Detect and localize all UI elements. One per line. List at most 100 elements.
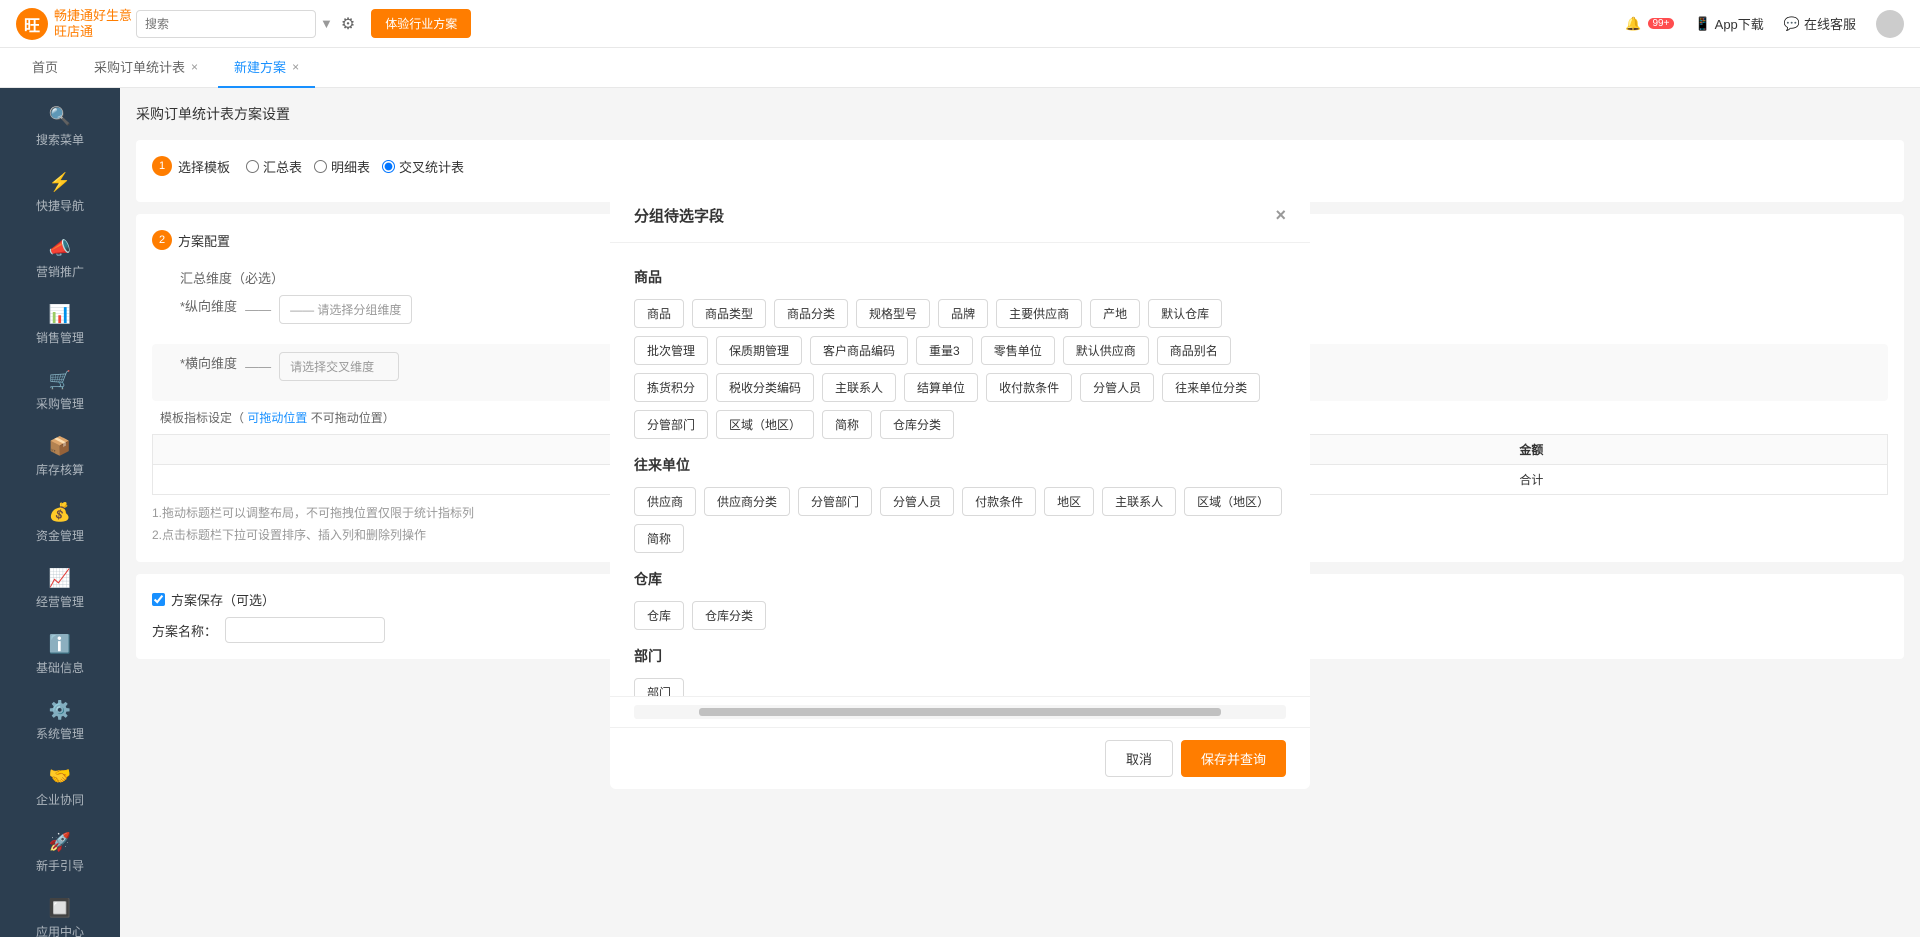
tag-partner-4[interactable]: 付款条件	[962, 487, 1036, 516]
tag-product-16[interactable]: 税收分类编码	[716, 373, 814, 402]
tag-product-17[interactable]: 主联系人	[822, 373, 896, 402]
tag-product-24[interactable]: 简称	[822, 410, 872, 439]
scheme-name-input[interactable]	[225, 617, 385, 643]
step1-text: 选择模板	[178, 157, 230, 176]
tab-new-scheme[interactable]: 新建方案 ×	[218, 48, 315, 88]
section-department-title: 部门	[634, 646, 1286, 666]
tag-product-2[interactable]: 商品分类	[774, 299, 848, 328]
tag-partner-2[interactable]: 分管部门	[798, 487, 872, 516]
tag-partner-0[interactable]: 供应商	[634, 487, 696, 516]
sidebar: 🔍 搜索菜单 ⚡ 快捷导航 📣 营销推广 📊 销售管理 🛒 采购管理	[0, 88, 120, 937]
cooperation-icon: 🤝	[49, 766, 71, 787]
tag-product-21[interactable]: 往来单位分类	[1162, 373, 1260, 402]
quick-nav-icon: ⚡	[49, 172, 71, 193]
gear-icon[interactable]: ⚙	[341, 14, 355, 34]
tag-partner-7[interactable]: 区域（地区）	[1184, 487, 1282, 516]
sidebar-label-apps: 应用中心	[36, 923, 84, 937]
app-download-item[interactable]: 📱 App下载	[1694, 14, 1763, 33]
tag-product-25[interactable]: 仓库分类	[880, 410, 954, 439]
tag-product-9[interactable]: 保质期管理	[716, 336, 802, 365]
save-checkbox[interactable]	[152, 593, 165, 606]
tab-new-scheme-close[interactable]: ×	[292, 60, 299, 74]
sidebar-item-purchase[interactable]: 🛒 采购管理	[0, 360, 120, 422]
tab-home[interactable]: 首页	[16, 48, 74, 88]
tag-department-0[interactable]: 部门	[634, 678, 684, 696]
sidebar-item-apps[interactable]: 🔲 应用中心	[0, 888, 120, 937]
draggable-label: 可拖动位置	[247, 411, 307, 425]
tag-warehouse-0[interactable]: 仓库	[634, 601, 684, 630]
col-arrow: ——	[245, 359, 271, 374]
sidebar-label-inventory: 库存核算	[36, 461, 84, 478]
tag-product-23[interactable]: 区域（地区）	[716, 410, 814, 439]
sidebar-item-sales[interactable]: 📊 销售管理	[0, 294, 120, 356]
sidebar-item-basic[interactable]: ℹ️ 基础信息	[0, 624, 120, 686]
mobile-icon: 📱	[1694, 16, 1710, 32]
page-title: 采购订单统计表方案设置	[136, 104, 1904, 124]
tag-product-0[interactable]: 商品	[634, 299, 684, 328]
avatar[interactable]	[1876, 10, 1904, 38]
search-dropdown-icon[interactable]: ▼	[320, 16, 333, 31]
tag-product-3[interactable]: 规格型号	[856, 299, 930, 328]
confirm-button[interactable]: 保存并查询	[1181, 740, 1286, 777]
tag-product-8[interactable]: 批次管理	[634, 336, 708, 365]
tag-product-12[interactable]: 零售单位	[981, 336, 1055, 365]
cancel-button[interactable]: 取消	[1105, 740, 1173, 777]
template-option-2[interactable]: 交叉统计表	[382, 157, 464, 176]
tag-product-20[interactable]: 分管人员	[1080, 373, 1154, 402]
template-option-0[interactable]: 汇总表	[246, 157, 302, 176]
operations-icon: 📈	[49, 568, 71, 589]
tag-product-13[interactable]: 默认供应商	[1063, 336, 1149, 365]
tag-product-4[interactable]: 品牌	[938, 299, 988, 328]
notification-badge: 99+	[1648, 18, 1675, 29]
col-dimension-select[interactable]: 请选择交叉维度	[279, 352, 399, 381]
sidebar-item-search[interactable]: 🔍 搜索菜单	[0, 96, 120, 158]
tab-new-scheme-label: 新建方案	[234, 57, 286, 76]
tag-partner-5[interactable]: 地区	[1044, 487, 1094, 516]
modal-close-btn[interactable]: ×	[1275, 205, 1286, 226]
row-dimension-select[interactable]: —— 请选择分组维度	[279, 295, 412, 324]
hscroll-thumb[interactable]	[699, 708, 1221, 716]
tag-product-11[interactable]: 重量3	[916, 336, 973, 365]
notification-item[interactable]: 🔔 99+	[1625, 16, 1674, 32]
search-input[interactable]	[136, 10, 316, 38]
scheme-name-label: 方案名称：	[152, 621, 217, 640]
sidebar-label-quick-nav: 快捷导航	[36, 197, 84, 214]
sidebar-item-operations[interactable]: 📈 经营管理	[0, 558, 120, 620]
logo-icon: 旺	[16, 8, 48, 40]
modal-hscroll-area	[610, 696, 1310, 727]
tag-product-15[interactable]: 拣货积分	[634, 373, 708, 402]
tag-product-18[interactable]: 结算单位	[904, 373, 978, 402]
app-download-label: App下载	[1715, 14, 1764, 33]
horizontal-scrollbar[interactable]	[634, 705, 1286, 719]
experience-btn[interactable]: 体验行业方案	[371, 9, 471, 38]
tag-partner-3[interactable]: 分管人员	[880, 487, 954, 516]
tag-product-7[interactable]: 默认仓库	[1148, 299, 1222, 328]
tag-product-22[interactable]: 分管部门	[634, 410, 708, 439]
sidebar-item-cooperation[interactable]: 🤝 企业协同	[0, 756, 120, 818]
template-option-1[interactable]: 明细表	[314, 157, 370, 176]
tag-product-5[interactable]: 主要供应商	[996, 299, 1082, 328]
section-department: 部门 部门	[634, 646, 1286, 696]
tag-product-1[interactable]: 商品类型	[692, 299, 766, 328]
tag-warehouse-1[interactable]: 仓库分类	[692, 601, 766, 630]
online-service-item[interactable]: 💬 在线客服	[1784, 14, 1856, 33]
tag-partner-6[interactable]: 主联系人	[1102, 487, 1176, 516]
tag-product-10[interactable]: 客户商品编码	[810, 336, 908, 365]
guide-icon: 🚀	[49, 832, 71, 853]
online-service-label: 在线客服	[1804, 14, 1856, 33]
apps-icon: 🔲	[49, 898, 71, 919]
sidebar-label-operations: 经营管理	[36, 593, 84, 610]
sidebar-item-quick-nav[interactable]: ⚡ 快捷导航	[0, 162, 120, 224]
sidebar-item-finance[interactable]: 💰 资金管理	[0, 492, 120, 554]
tab-purchase-stats[interactable]: 采购订单统计表 ×	[78, 48, 214, 88]
tag-partner-8[interactable]: 简称	[634, 524, 684, 553]
tag-partner-1[interactable]: 供应商分类	[704, 487, 790, 516]
sidebar-item-guide[interactable]: 🚀 新手引导	[0, 822, 120, 884]
tag-product-6[interactable]: 产地	[1090, 299, 1140, 328]
sidebar-item-inventory[interactable]: 📦 库存核算	[0, 426, 120, 488]
sidebar-item-marketing[interactable]: 📣 营销推广	[0, 228, 120, 290]
sidebar-item-system[interactable]: ⚙️ 系统管理	[0, 690, 120, 752]
tag-product-19[interactable]: 收付款条件	[986, 373, 1072, 402]
tab-purchase-close[interactable]: ×	[191, 60, 198, 74]
tag-product-14[interactable]: 商品别名	[1157, 336, 1231, 365]
